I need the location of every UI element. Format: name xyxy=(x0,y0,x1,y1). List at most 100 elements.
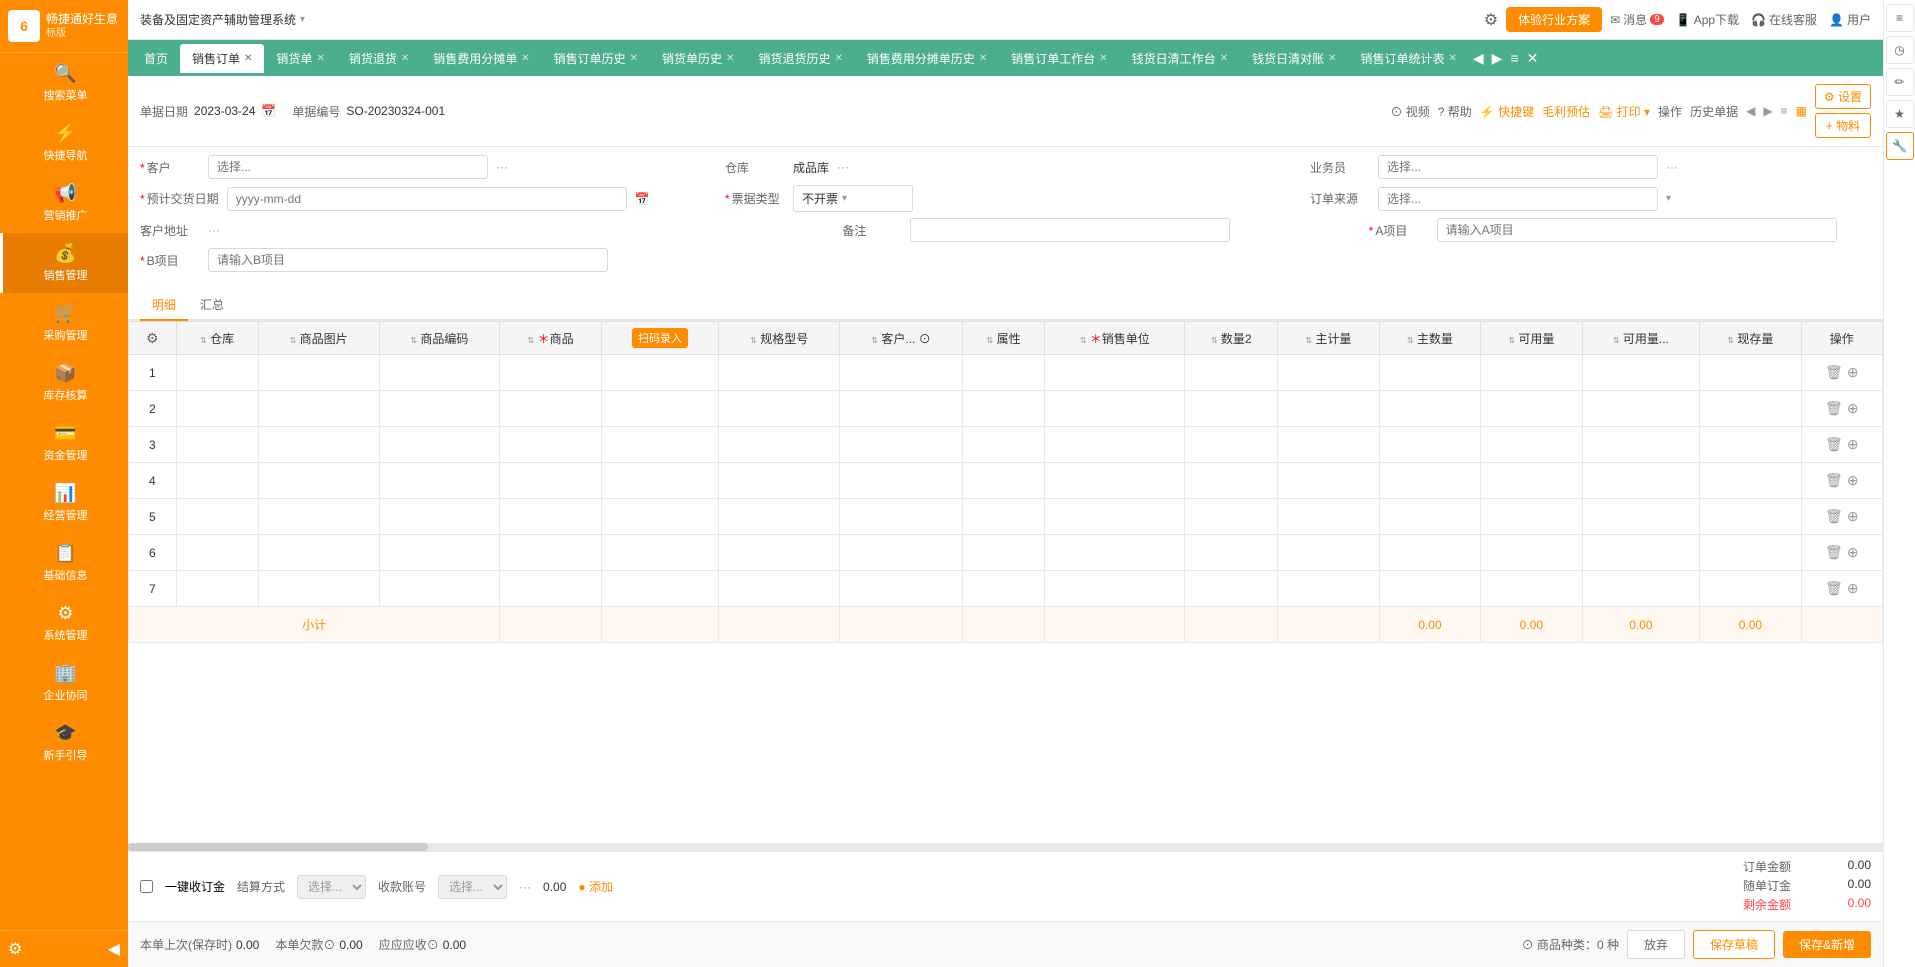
industry-plan-button[interactable]: 体验行业方案 xyxy=(1506,7,1602,32)
tab-close-goods-history[interactable]: ✕ xyxy=(726,53,734,64)
tab-close-workbench[interactable]: ✕ xyxy=(1099,53,1107,64)
right-panel-icon-5[interactable]: 🔧 xyxy=(1886,132,1914,160)
col-header-gear[interactable]: ⚙ xyxy=(129,322,177,355)
sidebar-item-business[interactable]: 📊 经营管理 xyxy=(0,473,128,533)
tab-sales-order-history[interactable]: 销售订单历史 ✕ xyxy=(542,44,650,73)
print-button[interactable]: 🖨 打印 ▾ xyxy=(1598,103,1650,120)
history-button[interactable]: 历史单据 xyxy=(1690,103,1738,120)
tab-sales-order[interactable]: 销售订单 ✕ xyxy=(180,44,264,73)
col-header-property[interactable]: ⇅ 属性 xyxy=(963,322,1045,355)
app-download-button[interactable]: 📱 App下载 xyxy=(1676,11,1739,28)
payment-select[interactable]: 选择... xyxy=(297,875,366,899)
delete-icon[interactable]: 🗑 xyxy=(1825,508,1843,525)
delete-icon[interactable]: 🗑 xyxy=(1825,544,1843,561)
address-more-icon[interactable]: ··· xyxy=(208,223,220,237)
col-header-current[interactable]: ⇅ 现存量 xyxy=(1700,322,1801,355)
remark-input[interactable] xyxy=(910,218,1230,242)
tab-close-sales-order[interactable]: ✕ xyxy=(244,53,252,64)
dots-icon[interactable]: ··· xyxy=(519,880,531,894)
b-project-input[interactable] xyxy=(208,248,608,272)
tab-close-sales-order-history[interactable]: ✕ xyxy=(630,53,638,64)
col-header-product[interactable]: ⇅ ＊商品 xyxy=(500,322,602,355)
col-header-main-qty[interactable]: ⇅ 主数量 xyxy=(1379,322,1480,355)
copy-icon[interactable]: ⊕ xyxy=(1847,508,1859,525)
right-panel-icon-1[interactable]: ≡ xyxy=(1886,4,1914,32)
col-header-customer-code[interactable]: ⇅ 客户... ⊙ xyxy=(840,322,963,355)
tab-close-sales-fee[interactable]: ✕ xyxy=(521,53,529,64)
copy-icon[interactable]: ⊕ xyxy=(1847,580,1859,597)
tab-close-stats[interactable]: ✕ xyxy=(1449,53,1457,64)
tab-goods-history[interactable]: 销货单历史 ✕ xyxy=(650,44,746,73)
right-panel-icon-4[interactable]: ★ xyxy=(1886,100,1914,128)
tab-sales-fee[interactable]: 销售费用分摊单 ✕ xyxy=(421,44,541,73)
tab-workbench[interactable]: 销售订单工作台 ✕ xyxy=(999,44,1119,73)
sidebar-item-search[interactable]: 🔍 搜索菜单 xyxy=(0,53,128,113)
profit-button[interactable]: 毛利预估 xyxy=(1542,103,1590,120)
warehouse-more-icon[interactable]: ··· xyxy=(837,160,849,174)
tab-sales-goods[interactable]: 销货单 ✕ xyxy=(264,44,336,73)
nav-next-icon[interactable]: ▶ xyxy=(1763,104,1772,118)
user-avatar[interactable]: 👤 用户 xyxy=(1829,11,1871,28)
sidebar-item-inventory[interactable]: 📦 库存核算 xyxy=(0,353,128,413)
salesman-input[interactable] xyxy=(1378,155,1658,179)
tab-close-all[interactable]: ✕ xyxy=(1523,50,1543,67)
one-click-checkbox[interactable] xyxy=(140,880,153,893)
a-project-input[interactable] xyxy=(1437,218,1837,242)
col-header-available2[interactable]: ⇅ 可用量... xyxy=(1582,322,1700,355)
col-header-image[interactable]: ⇅ 商品图片 xyxy=(258,322,379,355)
tab-home[interactable]: 首页 xyxy=(132,44,180,73)
tab-fee-history[interactable]: 销售费用分摊单历史 ✕ xyxy=(855,44,999,73)
tab-close-reconcile[interactable]: ✕ xyxy=(1328,53,1336,64)
tab-close-fee-history[interactable]: ✕ xyxy=(979,53,987,64)
sidebar-item-basic-info[interactable]: 📋 基础信息 xyxy=(0,533,128,593)
invoice-select[interactable]: 不开票 ▾ xyxy=(793,185,913,212)
table-scrollbar[interactable] xyxy=(128,843,1883,851)
right-panel-icon-2[interactable]: ◷ xyxy=(1886,36,1914,64)
tab-menu[interactable]: ≡ xyxy=(1506,50,1522,66)
customer-input[interactable] xyxy=(208,155,488,179)
sidebar-item-sales[interactable]: 💰 销售管理 xyxy=(0,233,128,293)
view-video-button[interactable]: ⊙ 视频 xyxy=(1390,103,1429,120)
sidebar-settings-icon[interactable]: ⚙ xyxy=(8,939,22,959)
order-source-input[interactable] xyxy=(1378,187,1658,211)
sidebar-collapse-icon[interactable]: ◀ xyxy=(108,939,120,959)
calendar-delivery-icon[interactable]: 📅 xyxy=(635,192,650,206)
col-header-qty2[interactable]: ⇅ 数量2 xyxy=(1185,322,1278,355)
nav-prev-icon[interactable]: ◀ xyxy=(1746,104,1755,118)
tab-close-daily-workbench[interactable]: ✕ xyxy=(1220,53,1228,64)
delete-icon[interactable]: 🗑 xyxy=(1825,580,1843,597)
tab-stats[interactable]: 销售订单统计表 ✕ xyxy=(1348,44,1468,73)
sidebar-item-finance[interactable]: 💳 资金管理 xyxy=(0,413,128,473)
help-button[interactable]: ? 帮助 xyxy=(1438,103,1472,120)
copy-icon[interactable]: ⊕ xyxy=(1847,436,1859,453)
tab-close-return-history[interactable]: ✕ xyxy=(834,53,842,64)
tab-sales-return[interactable]: 销货退货 ✕ xyxy=(337,44,421,73)
system-title-arrow[interactable]: ▾ xyxy=(300,14,305,25)
customer-more-icon[interactable]: ··· xyxy=(496,160,508,174)
order-source-dropdown[interactable]: ▾ xyxy=(1666,193,1671,204)
tab-next[interactable]: ▶ xyxy=(1488,50,1507,67)
col-header-code[interactable]: ⇅ 商品编码 xyxy=(379,322,500,355)
delete-icon[interactable]: 🗑 xyxy=(1825,400,1843,417)
copy-icon[interactable]: ⊕ xyxy=(1847,544,1859,561)
tab-prev[interactable]: ◀ xyxy=(1469,50,1488,67)
tab-summary[interactable]: 汇总 xyxy=(188,290,236,321)
delivery-input[interactable] xyxy=(227,187,627,211)
copy-icon[interactable]: ⊕ xyxy=(1847,364,1859,381)
delete-icon[interactable]: 🗑 xyxy=(1825,472,1843,489)
sidebar-item-guide[interactable]: 🎓 新手引导 xyxy=(0,713,128,773)
tab-close-sales-return[interactable]: ✕ xyxy=(401,53,409,64)
col-header-warehouse[interactable]: ⇅ 仓库 xyxy=(176,322,258,355)
add-button[interactable]: ● 添加 xyxy=(578,878,613,895)
copy-icon[interactable]: ⊕ xyxy=(1847,472,1859,489)
tab-daily-workbench[interactable]: 钱货日清工作台 ✕ xyxy=(1120,44,1240,73)
sidebar-item-marketing[interactable]: 📢 营销推广 xyxy=(0,173,128,233)
tab-return-history[interactable]: 销货退货历史 ✕ xyxy=(746,44,854,73)
settings-button[interactable]: ⚙ 设置 xyxy=(1815,84,1871,109)
material-button[interactable]: + 物料 xyxy=(1815,113,1871,138)
shortcut-button[interactable]: ⚡ 快捷键 xyxy=(1480,103,1534,120)
account-select[interactable]: 选择... xyxy=(438,875,507,899)
sidebar-item-quicknav[interactable]: ⚡ 快捷导航 xyxy=(0,113,128,173)
sidebar-item-enterprise[interactable]: 🏢 企业协同 xyxy=(0,653,128,713)
col-header-unit[interactable]: ⇅ ＊销售单位 xyxy=(1045,322,1185,355)
